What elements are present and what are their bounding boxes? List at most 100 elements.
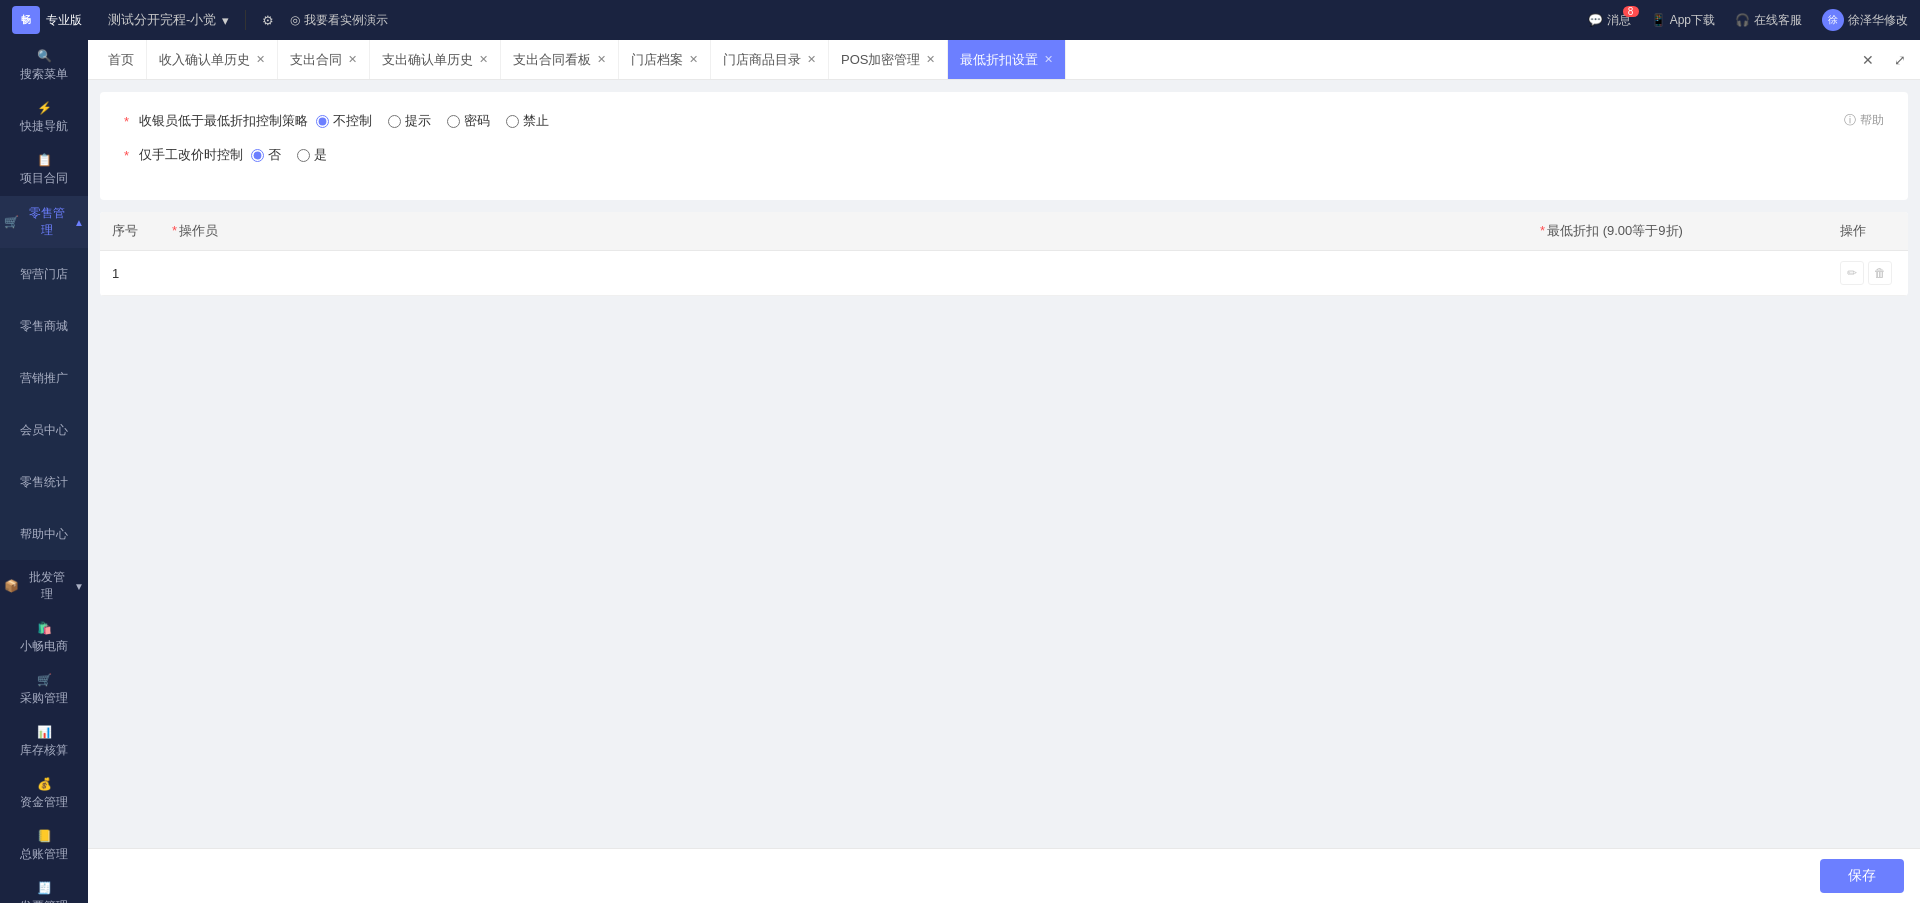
sidebar-item-help[interactable]: 帮助中心	[0, 508, 88, 560]
tab-min-discount[interactable]: 最低折扣设置 ✕	[948, 40, 1066, 80]
radio-no-control[interactable]: 不控制	[316, 112, 372, 130]
sidebar-item-smart-store[interactable]: 智营门店	[0, 248, 88, 300]
close-icon[interactable]: ✕	[256, 53, 265, 66]
sidebar-item-label: 采购管理	[20, 690, 68, 707]
sidebar-item-ecommerce[interactable]: 🛍️ 小畅电商	[0, 612, 88, 664]
demo-circle-icon: ◎	[290, 13, 300, 27]
tab-pay-confirm-history[interactable]: 支出确认单历史 ✕	[370, 40, 501, 80]
sidebar-item-label: 搜索菜单	[20, 66, 68, 83]
discount-table-section: 序号 *操作员 *最低折扣 (9.00等于9折) 操作 1	[100, 212, 1908, 296]
page-content: ⓘ 帮助 * 收银员低于最低折扣控制策略 不控制 提示	[88, 80, 1920, 848]
quicknav-icon: ⚡	[37, 101, 52, 115]
online-service-btn[interactable]: 🎧 在线客服	[1735, 12, 1802, 29]
action-buttons: ✏ 🗑	[1840, 261, 1896, 285]
sidebar-item-wholesale[interactable]: 📦 批发管理 ▼	[0, 560, 88, 612]
sidebar-item-label: 会员中心	[20, 422, 68, 439]
sidebar-item-quicknav[interactable]: ⚡ 快捷导航	[0, 92, 88, 144]
finance-icon: 💰	[37, 777, 52, 791]
sidebar-item-label: 库存核算	[20, 742, 68, 759]
sidebar-item-invoice[interactable]: 🧾 发票管理	[0, 872, 88, 903]
radio-label: 禁止	[523, 112, 549, 130]
tab-pay-contract-board[interactable]: 支出合同看板 ✕	[501, 40, 619, 80]
sidebar-item-label: 项目合同	[20, 170, 68, 187]
close-icon[interactable]: ✕	[597, 53, 606, 66]
sidebar-item-accounting[interactable]: 📒 总账管理	[0, 820, 88, 872]
tab-income-history[interactable]: 收入确认单历史 ✕	[147, 40, 278, 80]
table-row: 1 ✏ 🗑	[100, 251, 1908, 296]
sidebar-item-finance[interactable]: 💰 资金管理	[0, 768, 88, 820]
col-header-discount: *最低折扣 (9.00等于9折)	[1528, 212, 1828, 251]
radio-password[interactable]: 密码	[447, 112, 490, 130]
sidebar-item-inventory[interactable]: 📊 库存核算	[0, 716, 88, 768]
sidebar: 🔍 搜索菜单 ⚡ 快捷导航 📋 项目合同 🛒 零售管理 ▲ 智营门店 零售商城 …	[0, 40, 88, 903]
gear-icon: ⚙	[262, 13, 274, 28]
sidebar-item-label: 资金管理	[20, 794, 68, 811]
service-icon: 🎧	[1735, 13, 1750, 27]
message-badge: 8	[1623, 6, 1639, 17]
cashier-policy-label: 收银员低于最低折扣控制策略	[139, 112, 308, 130]
tab-pay-contract[interactable]: 支出合同 ✕	[278, 40, 370, 80]
required-star: *	[124, 148, 129, 163]
radio-no[interactable]: 否	[251, 146, 281, 164]
delete-row-btn[interactable]: 🗑	[1868, 261, 1892, 285]
demo-link[interactable]: ◎ 我要看实例演示	[290, 12, 388, 29]
user-profile-btn[interactable]: 徐 徐泽华修改	[1822, 9, 1908, 31]
user-name: 徐泽华修改	[1848, 12, 1908, 29]
sidebar-item-online-store[interactable]: 零售商城	[0, 300, 88, 352]
close-icon[interactable]: ✕	[926, 53, 935, 66]
ecommerce-icon: 🛍️	[37, 621, 52, 635]
sidebar-item-retail-stats[interactable]: 零售统计	[0, 456, 88, 508]
retail-icon: 🛒	[4, 215, 19, 229]
app-logo: 畅 专业版	[12, 6, 92, 34]
wholesale-icon: 📦	[4, 579, 19, 593]
save-button[interactable]: 保存	[1820, 859, 1904, 893]
close-icon[interactable]: ✕	[479, 53, 488, 66]
demo-text: 我要看实例演示	[304, 12, 388, 29]
cashier-policy-radio-group: 不控制 提示 密码 禁止	[316, 112, 549, 130]
tab-home[interactable]: 首页	[96, 40, 147, 80]
sidebar-item-label: 零售统计	[20, 474, 68, 491]
tab-pos-password[interactable]: POS加密管理 ✕	[829, 40, 948, 80]
close-icon[interactable]: ✕	[807, 53, 816, 66]
tab-store-product[interactable]: 门店商品目录 ✕	[711, 40, 829, 80]
radio-yes[interactable]: 是	[297, 146, 327, 164]
sidebar-item-member[interactable]: 会员中心	[0, 404, 88, 456]
sidebar-item-label: 智营门店	[20, 266, 68, 283]
avatar: 徐	[1822, 9, 1844, 31]
close-icon[interactable]: ✕	[1044, 53, 1053, 66]
cell-discount	[1528, 251, 1828, 296]
search-icon: 🔍	[37, 49, 52, 63]
tab-maximize-btn[interactable]: ⤢	[1888, 50, 1912, 70]
sidebar-item-retail[interactable]: 🛒 零售管理 ▲	[0, 196, 88, 248]
settings-icon-btn[interactable]: ⚙	[262, 13, 274, 28]
tab-label: 门店商品目录	[723, 51, 801, 69]
radio-forbid[interactable]: 禁止	[506, 112, 549, 130]
sidebar-item-label: 营销推广	[20, 370, 68, 387]
chevron-down-icon: ▼	[74, 581, 84, 592]
app-download-btn[interactable]: 📱 App下载	[1651, 12, 1715, 29]
col-header-action: 操作	[1828, 212, 1908, 251]
sidebar-item-marketing[interactable]: 营销推广	[0, 352, 88, 404]
tab-store-archive[interactable]: 门店档案 ✕	[619, 40, 711, 80]
logo-icon: 畅	[12, 6, 40, 34]
manual-price-row: * 仅手工改价时控制 否 是	[124, 146, 1884, 164]
project-selector[interactable]: 测试分开完程-小觉 ▾	[108, 11, 229, 29]
sidebar-item-purchase[interactable]: 🛒 采购管理	[0, 664, 88, 716]
discount-table: 序号 *操作员 *最低折扣 (9.00等于9折) 操作 1	[100, 212, 1908, 296]
required-star: *	[124, 114, 129, 129]
close-icon[interactable]: ✕	[689, 53, 698, 66]
message-btn[interactable]: 💬 消息 8	[1588, 12, 1631, 29]
tab-close-current-btn[interactable]: ✕	[1856, 50, 1880, 70]
sidebar-item-search[interactable]: 🔍 搜索菜单	[0, 40, 88, 92]
main-layout: 🔍 搜索菜单 ⚡ 快捷导航 📋 项目合同 🛒 零售管理 ▲ 智营门店 零售商城 …	[0, 40, 1920, 903]
tab-label: 首页	[108, 51, 134, 69]
radio-label: 是	[314, 146, 327, 164]
radio-remind[interactable]: 提示	[388, 112, 431, 130]
close-icon[interactable]: ✕	[348, 53, 357, 66]
sidebar-item-project[interactable]: 📋 项目合同	[0, 144, 88, 196]
project-name: 测试分开完程-小觉	[108, 11, 216, 29]
tab-label: 最低折扣设置	[960, 51, 1038, 69]
help-btn[interactable]: ⓘ 帮助	[1844, 112, 1884, 129]
accounting-icon: 📒	[37, 829, 52, 843]
edit-row-btn[interactable]: ✏	[1840, 261, 1864, 285]
